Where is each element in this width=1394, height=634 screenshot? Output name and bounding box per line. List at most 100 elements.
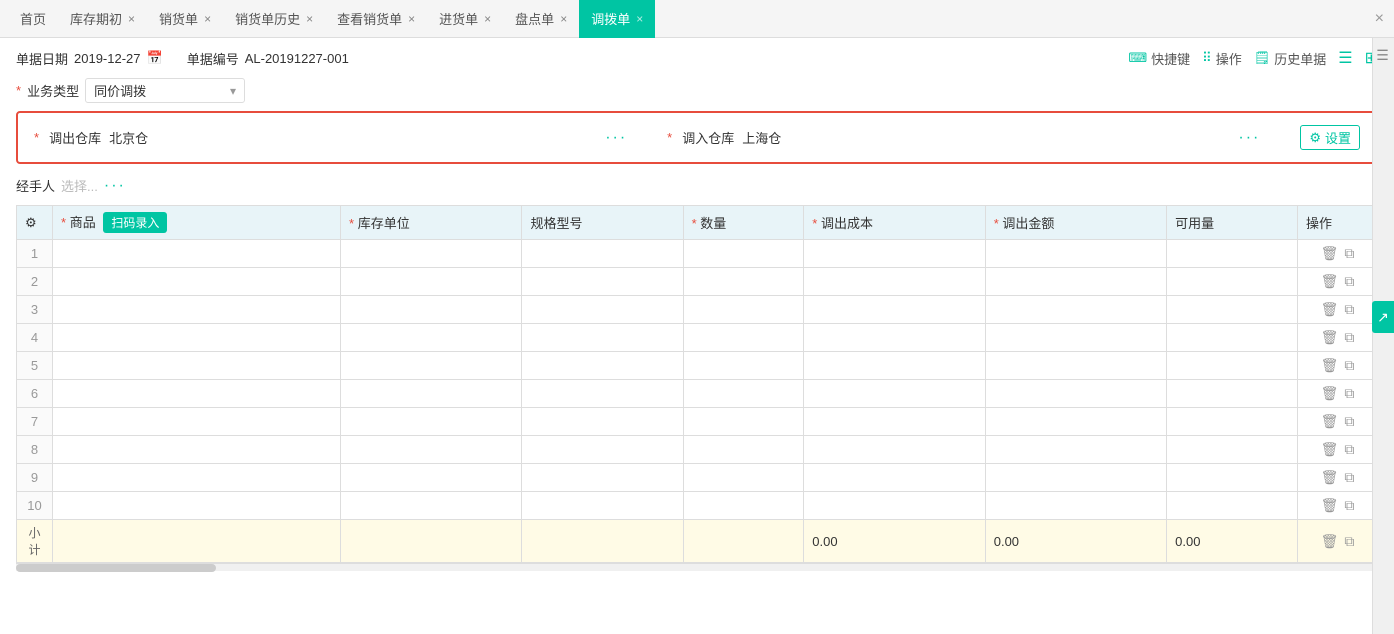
subtotal-delete-icon[interactable]: 🗑 xyxy=(1321,533,1339,550)
tab-stocktake[interactable]: 盘点单 × xyxy=(503,0,579,38)
table-row-goods[interactable] xyxy=(53,436,341,464)
table-row-unit[interactable] xyxy=(341,436,522,464)
table-row-goods[interactable] xyxy=(53,352,341,380)
copy-icon[interactable]: ⧉ xyxy=(1344,441,1354,458)
table-row-qty[interactable] xyxy=(683,408,804,436)
table-row-amount[interactable] xyxy=(985,352,1166,380)
table-row-available[interactable] xyxy=(1167,380,1298,408)
table-row-cost[interactable] xyxy=(804,296,985,324)
table-row-unit[interactable] xyxy=(341,380,522,408)
table-row-available[interactable] xyxy=(1167,268,1298,296)
scan-button[interactable]: 扫码录入 xyxy=(103,212,167,233)
delete-icon[interactable]: 🗑 xyxy=(1321,385,1339,402)
table-row-unit[interactable] xyxy=(341,464,522,492)
tab-transfer-close[interactable]: × xyxy=(636,12,643,26)
calendar-icon[interactable]: 📅 xyxy=(147,50,163,66)
tab-purchase-close[interactable]: × xyxy=(484,12,491,26)
tab-stocktake-close[interactable]: × xyxy=(560,12,567,26)
delete-icon[interactable]: 🗑 xyxy=(1321,413,1339,430)
table-row-cost[interactable] xyxy=(804,352,985,380)
copy-icon[interactable]: ⧉ xyxy=(1344,413,1354,430)
table-row-unit[interactable] xyxy=(341,240,522,268)
copy-icon[interactable]: ⧉ xyxy=(1344,329,1354,346)
tab-transfer[interactable]: 调拨单 × xyxy=(579,0,655,38)
table-row-goods[interactable] xyxy=(53,268,341,296)
table-row-spec[interactable] xyxy=(522,240,683,268)
table-row-qty[interactable] xyxy=(683,464,804,492)
delete-icon[interactable]: 🗑 xyxy=(1321,329,1339,346)
table-row-qty[interactable] xyxy=(683,492,804,520)
layout-list-button[interactable]: ☰ xyxy=(1338,48,1352,68)
copy-icon[interactable]: ⧉ xyxy=(1344,245,1354,262)
table-row-unit[interactable] xyxy=(341,268,522,296)
table-row-qty[interactable] xyxy=(683,352,804,380)
table-row-unit[interactable] xyxy=(341,492,522,520)
tab-view-sales-close[interactable]: × xyxy=(408,12,415,26)
table-row-goods[interactable] xyxy=(53,380,341,408)
table-row-spec[interactable] xyxy=(522,352,683,380)
person-more-button[interactable]: ··· xyxy=(104,177,126,195)
table-row-cost[interactable] xyxy=(804,464,985,492)
table-row-available[interactable] xyxy=(1167,296,1298,324)
table-row-spec[interactable] xyxy=(522,492,683,520)
table-row-unit[interactable] xyxy=(341,296,522,324)
table-row-amount[interactable] xyxy=(985,464,1166,492)
table-row-unit[interactable] xyxy=(341,408,522,436)
table-row-spec[interactable] xyxy=(522,324,683,352)
table-row-cost[interactable] xyxy=(804,492,985,520)
delete-icon[interactable]: 🗑 xyxy=(1321,301,1339,318)
tab-home[interactable]: 首页 xyxy=(8,0,58,38)
section-settings-button[interactable]: ⚙ 设置 xyxy=(1300,125,1360,150)
table-row-qty[interactable] xyxy=(683,324,804,352)
table-row-qty[interactable] xyxy=(683,436,804,464)
copy-icon[interactable]: ⧉ xyxy=(1344,385,1354,402)
table-row-spec[interactable] xyxy=(522,436,683,464)
table-row-spec[interactable] xyxy=(522,380,683,408)
table-row-amount[interactable] xyxy=(985,436,1166,464)
table-row-available[interactable] xyxy=(1167,464,1298,492)
table-row-goods[interactable] xyxy=(53,296,341,324)
subtotal-copy-icon[interactable]: ⧉ xyxy=(1344,533,1354,550)
horizontal-scrollbar[interactable] xyxy=(16,563,1378,571)
table-row-qty[interactable] xyxy=(683,380,804,408)
table-row-cost[interactable] xyxy=(804,240,985,268)
table-row-spec[interactable] xyxy=(522,464,683,492)
table-row-available[interactable] xyxy=(1167,240,1298,268)
tab-sales-order-close[interactable]: × xyxy=(204,12,211,26)
table-row-goods[interactable] xyxy=(53,408,341,436)
tab-sales-history[interactable]: 销货单历史 × xyxy=(223,0,325,38)
delete-icon[interactable]: 🗑 xyxy=(1321,273,1339,290)
copy-icon[interactable]: ⧉ xyxy=(1344,301,1354,318)
table-row-unit[interactable] xyxy=(341,324,522,352)
delete-icon[interactable]: 🗑 xyxy=(1321,497,1339,514)
sidebar-list-icon[interactable]: ☰ xyxy=(1376,48,1392,64)
table-row-cost[interactable] xyxy=(804,436,985,464)
tab-inventory-init-close[interactable]: × xyxy=(128,12,135,26)
shortcuts-button[interactable]: ⌨ 快捷键 xyxy=(1128,49,1190,68)
table-row-cost[interactable] xyxy=(804,408,985,436)
copy-icon[interactable]: ⧉ xyxy=(1344,469,1354,486)
table-row-amount[interactable] xyxy=(985,380,1166,408)
person-select[interactable]: 选择... xyxy=(61,176,98,195)
out-warehouse-more-button[interactable]: ··· xyxy=(605,129,627,147)
table-row-unit[interactable] xyxy=(341,352,522,380)
in-warehouse-more-button[interactable]: ··· xyxy=(1238,129,1260,147)
tab-sales-history-close[interactable]: × xyxy=(306,12,313,26)
tab-view-sales[interactable]: 查看销货单 × xyxy=(325,0,427,38)
delete-icon[interactable]: 🗑 xyxy=(1321,469,1339,486)
table-row-cost[interactable] xyxy=(804,324,985,352)
table-row-amount[interactable] xyxy=(985,268,1166,296)
table-row-goods[interactable] xyxy=(53,240,341,268)
tab-sales-order[interactable]: 销货单 × xyxy=(147,0,223,38)
scroll-thumb[interactable] xyxy=(16,564,216,572)
tab-purchase[interactable]: 进货单 × xyxy=(427,0,503,38)
copy-icon[interactable]: ⧉ xyxy=(1344,497,1354,514)
delete-icon[interactable]: 🗑 xyxy=(1321,245,1339,262)
table-row-amount[interactable] xyxy=(985,296,1166,324)
delete-icon[interactable]: 🗑 xyxy=(1321,357,1339,374)
history-button[interactable]: 🗒 历史单据 xyxy=(1254,49,1327,68)
table-row-amount[interactable] xyxy=(985,408,1166,436)
window-close-button[interactable]: × xyxy=(1375,10,1384,28)
biz-type-select[interactable]: 同价调拨 ▾ xyxy=(85,78,245,103)
table-row-qty[interactable] xyxy=(683,268,804,296)
